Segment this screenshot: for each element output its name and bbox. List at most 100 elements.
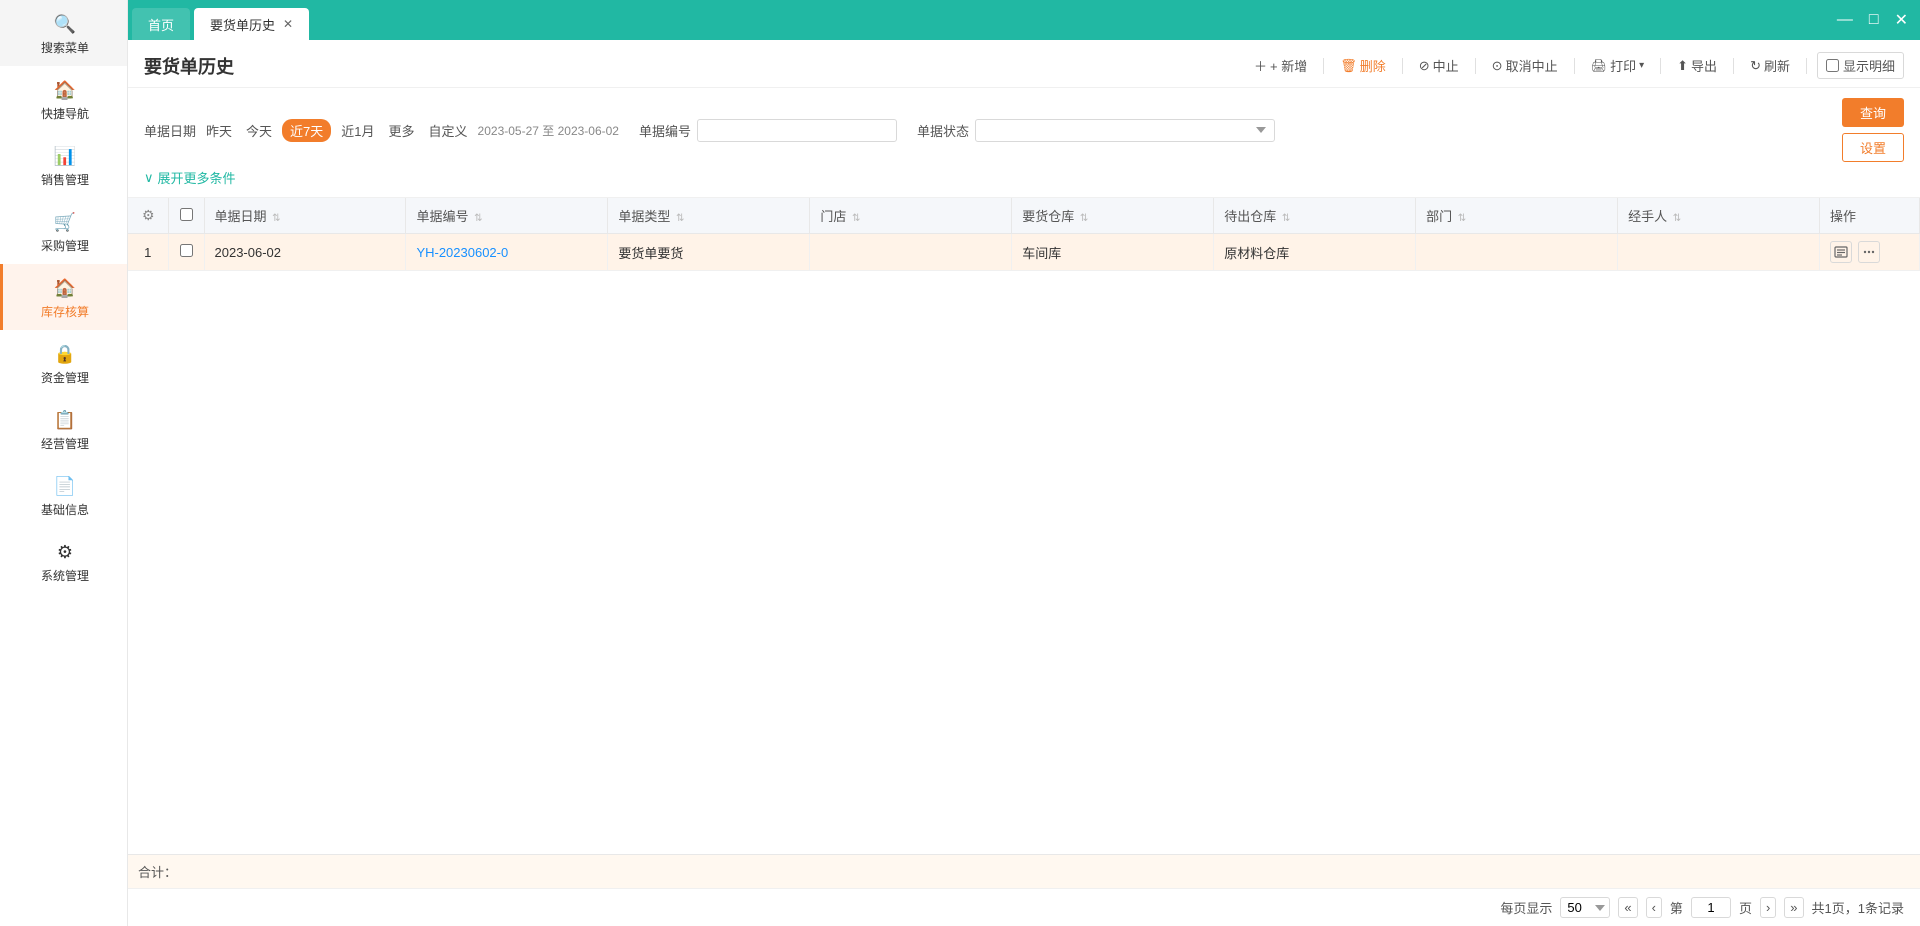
first-page-button[interactable]: « [1618, 897, 1637, 918]
shortcut-7days[interactable]: 近7天 [282, 119, 331, 142]
shortcut-today[interactable]: 今天 [242, 119, 276, 142]
cancel-stop-button[interactable]: ⊙ 取消中止 [1486, 52, 1564, 79]
minimize-button[interactable]: — [1833, 11, 1857, 29]
table-area: ⚙ 单据日期 ⇅ 单据编号 ⇅ [128, 198, 1920, 854]
search-icon: 🔍 [54, 14, 76, 35]
display-detail-checkbox[interactable] [1826, 59, 1839, 72]
divider [1402, 58, 1403, 74]
doc-type-col-header[interactable]: 单据类型 ⇅ [608, 198, 810, 234]
date-range-display: 2023-05-27 至 2023-06-02 [478, 122, 619, 139]
tab-close-icon[interactable]: ✕ [283, 17, 293, 31]
sidebar-item-operations[interactable]: 📋 经营管理 [0, 396, 127, 462]
chevron-down-icon: ∨ [144, 170, 154, 186]
maximize-button[interactable]: □ [1865, 11, 1883, 29]
row-checkbox[interactable] [168, 234, 204, 271]
shortcut-more[interactable]: 更多 [385, 119, 419, 142]
shortcut-custom[interactable]: 自定义 [425, 119, 472, 142]
close-button[interactable]: ✕ [1891, 10, 1912, 30]
doc-no-filter-group: 单据编号 [639, 119, 897, 142]
req-warehouse-col-header[interactable]: 要货仓库 ⇅ [1012, 198, 1214, 234]
display-detail-toggle[interactable]: 显示明细 [1817, 52, 1904, 79]
row-doc-no[interactable]: YH-20230602-0 [406, 234, 608, 271]
sort-icon: ⇅ [1282, 213, 1290, 224]
add-icon: ＋ [1254, 56, 1267, 75]
sidebar-item-quick-nav[interactable]: 🏠 快捷导航 [0, 66, 127, 132]
department-col-label: 部门 [1426, 209, 1452, 224]
select-all-checkbox[interactable] [180, 208, 193, 221]
date-filter-label: 单据日期 [144, 121, 196, 140]
export-label: 导出 [1691, 56, 1717, 75]
expand-more-btn[interactable]: ∨ 展开更多条件 [144, 168, 1904, 187]
sidebar-item-sales[interactable]: 📊 销售管理 [0, 132, 127, 198]
prev-page-button[interactable]: ‹ [1646, 897, 1662, 918]
handler-col-label: 经手人 [1628, 209, 1667, 224]
sort-icon: ⇅ [474, 213, 482, 224]
page-unit: 页 [1739, 898, 1752, 917]
sidebar-item-purchase[interactable]: 🛒 采购管理 [0, 198, 127, 264]
pagination-bar: 每页显示 10 20 50 100 « ‹ 第 页 › » 共1页，1条记录 [128, 888, 1920, 926]
row-select-checkbox[interactable] [180, 244, 193, 257]
row-department [1416, 234, 1618, 271]
doc-date-col-header[interactable]: 单据日期 ⇅ [204, 198, 406, 234]
sidebar-item-label: 经营管理 [41, 435, 89, 452]
sidebar-item-system[interactable]: ⚙ 系统管理 [0, 528, 127, 594]
delete-icon: 🗑 [1340, 58, 1357, 74]
settings-col-header[interactable]: ⚙ [128, 198, 168, 234]
row-req-warehouse: 车间库 [1012, 234, 1214, 271]
store-col-header[interactable]: 门店 ⇅ [810, 198, 1012, 234]
checkbox-col-header[interactable] [168, 198, 204, 234]
gear-icon: ⚙ [57, 542, 73, 563]
page-size-select[interactable]: 10 20 50 100 [1560, 897, 1610, 918]
stop-button[interactable]: ⊘ 中止 [1413, 52, 1465, 79]
settings-button[interactable]: 设置 [1842, 133, 1904, 162]
sidebar-item-inventory[interactable]: 🏠 库存核算 [0, 264, 127, 330]
footer-total: 合计： [128, 854, 1920, 888]
status-select[interactable] [975, 119, 1275, 142]
shortcut-1month[interactable]: 近1月 [337, 119, 378, 142]
query-button[interactable]: 查询 [1842, 98, 1904, 127]
doc-no-input[interactable] [697, 119, 897, 142]
action-icons-group [1830, 241, 1909, 263]
main-area: 首页 要货单历史 ✕ — □ ✕ 要货单历史 ＋ + 新增 🗑 删除 [128, 0, 1920, 926]
doc-no-col-header[interactable]: 单据编号 ⇅ [406, 198, 608, 234]
sidebar-item-base-info[interactable]: 📄 基础信息 [0, 462, 127, 528]
divider [1574, 58, 1575, 74]
print-button[interactable]: 🖨 打印 ▾ [1585, 52, 1651, 79]
sidebar-item-search[interactable]: 🔍 搜索菜单 [0, 0, 127, 66]
department-col-header[interactable]: 部门 ⇅ [1416, 198, 1618, 234]
shortcut-yesterday[interactable]: 昨天 [202, 119, 236, 142]
doc-no-label: 单据编号 [639, 121, 691, 140]
handler-col-header[interactable]: 经手人 ⇅ [1618, 198, 1820, 234]
add-button[interactable]: ＋ + 新增 [1248, 52, 1313, 79]
tab-home[interactable]: 首页 [132, 8, 190, 40]
status-label: 单据状态 [917, 121, 969, 140]
pending-warehouse-col-header[interactable]: 待出仓库 ⇅ [1214, 198, 1416, 234]
home-icon: 🏠 [54, 80, 76, 101]
data-table: ⚙ 单据日期 ⇅ 单据编号 ⇅ [128, 198, 1920, 271]
cancel-stop-label: 取消中止 [1506, 56, 1558, 75]
next-page-button[interactable]: › [1760, 897, 1776, 918]
row-doc-type: 要货单要货 [608, 234, 810, 271]
view-action-button[interactable] [1830, 241, 1852, 263]
doc-date-col-label: 单据日期 [215, 209, 267, 224]
divider [1323, 58, 1324, 74]
settings-col-icon[interactable]: ⚙ [138, 207, 159, 223]
doc-no-link[interactable]: YH-20230602-0 [416, 245, 508, 260]
pending-warehouse-col-label: 待出仓库 [1224, 209, 1276, 224]
go-to-label: 第 [1670, 898, 1683, 917]
date-filter-group: 单据日期 昨天 今天 近7天 近1月 更多 自定义 2023-05-27 至 2… [144, 119, 619, 142]
refresh-button[interactable]: ↻ 刷新 [1744, 52, 1796, 79]
filter-area: 单据日期 昨天 今天 近7天 近1月 更多 自定义 2023-05-27 至 2… [128, 88, 1920, 198]
tab-requisition-history[interactable]: 要货单历史 ✕ [194, 8, 309, 40]
delete-button[interactable]: 🗑 删除 [1334, 52, 1392, 79]
more-action-button[interactable] [1858, 241, 1880, 263]
export-button[interactable]: ⬆ 导出 [1671, 52, 1723, 79]
stop-icon: ⊘ [1419, 58, 1430, 74]
cart-icon: 🛒 [54, 212, 76, 233]
row-doc-date: 2023-06-02 [204, 234, 406, 271]
sidebar-item-finance[interactable]: 🔒 资金管理 [0, 330, 127, 396]
last-page-button[interactable]: » [1784, 897, 1803, 918]
tab-home-label: 首页 [148, 15, 174, 34]
page-number-input[interactable] [1691, 897, 1731, 918]
sidebar-item-label: 资金管理 [41, 369, 89, 386]
